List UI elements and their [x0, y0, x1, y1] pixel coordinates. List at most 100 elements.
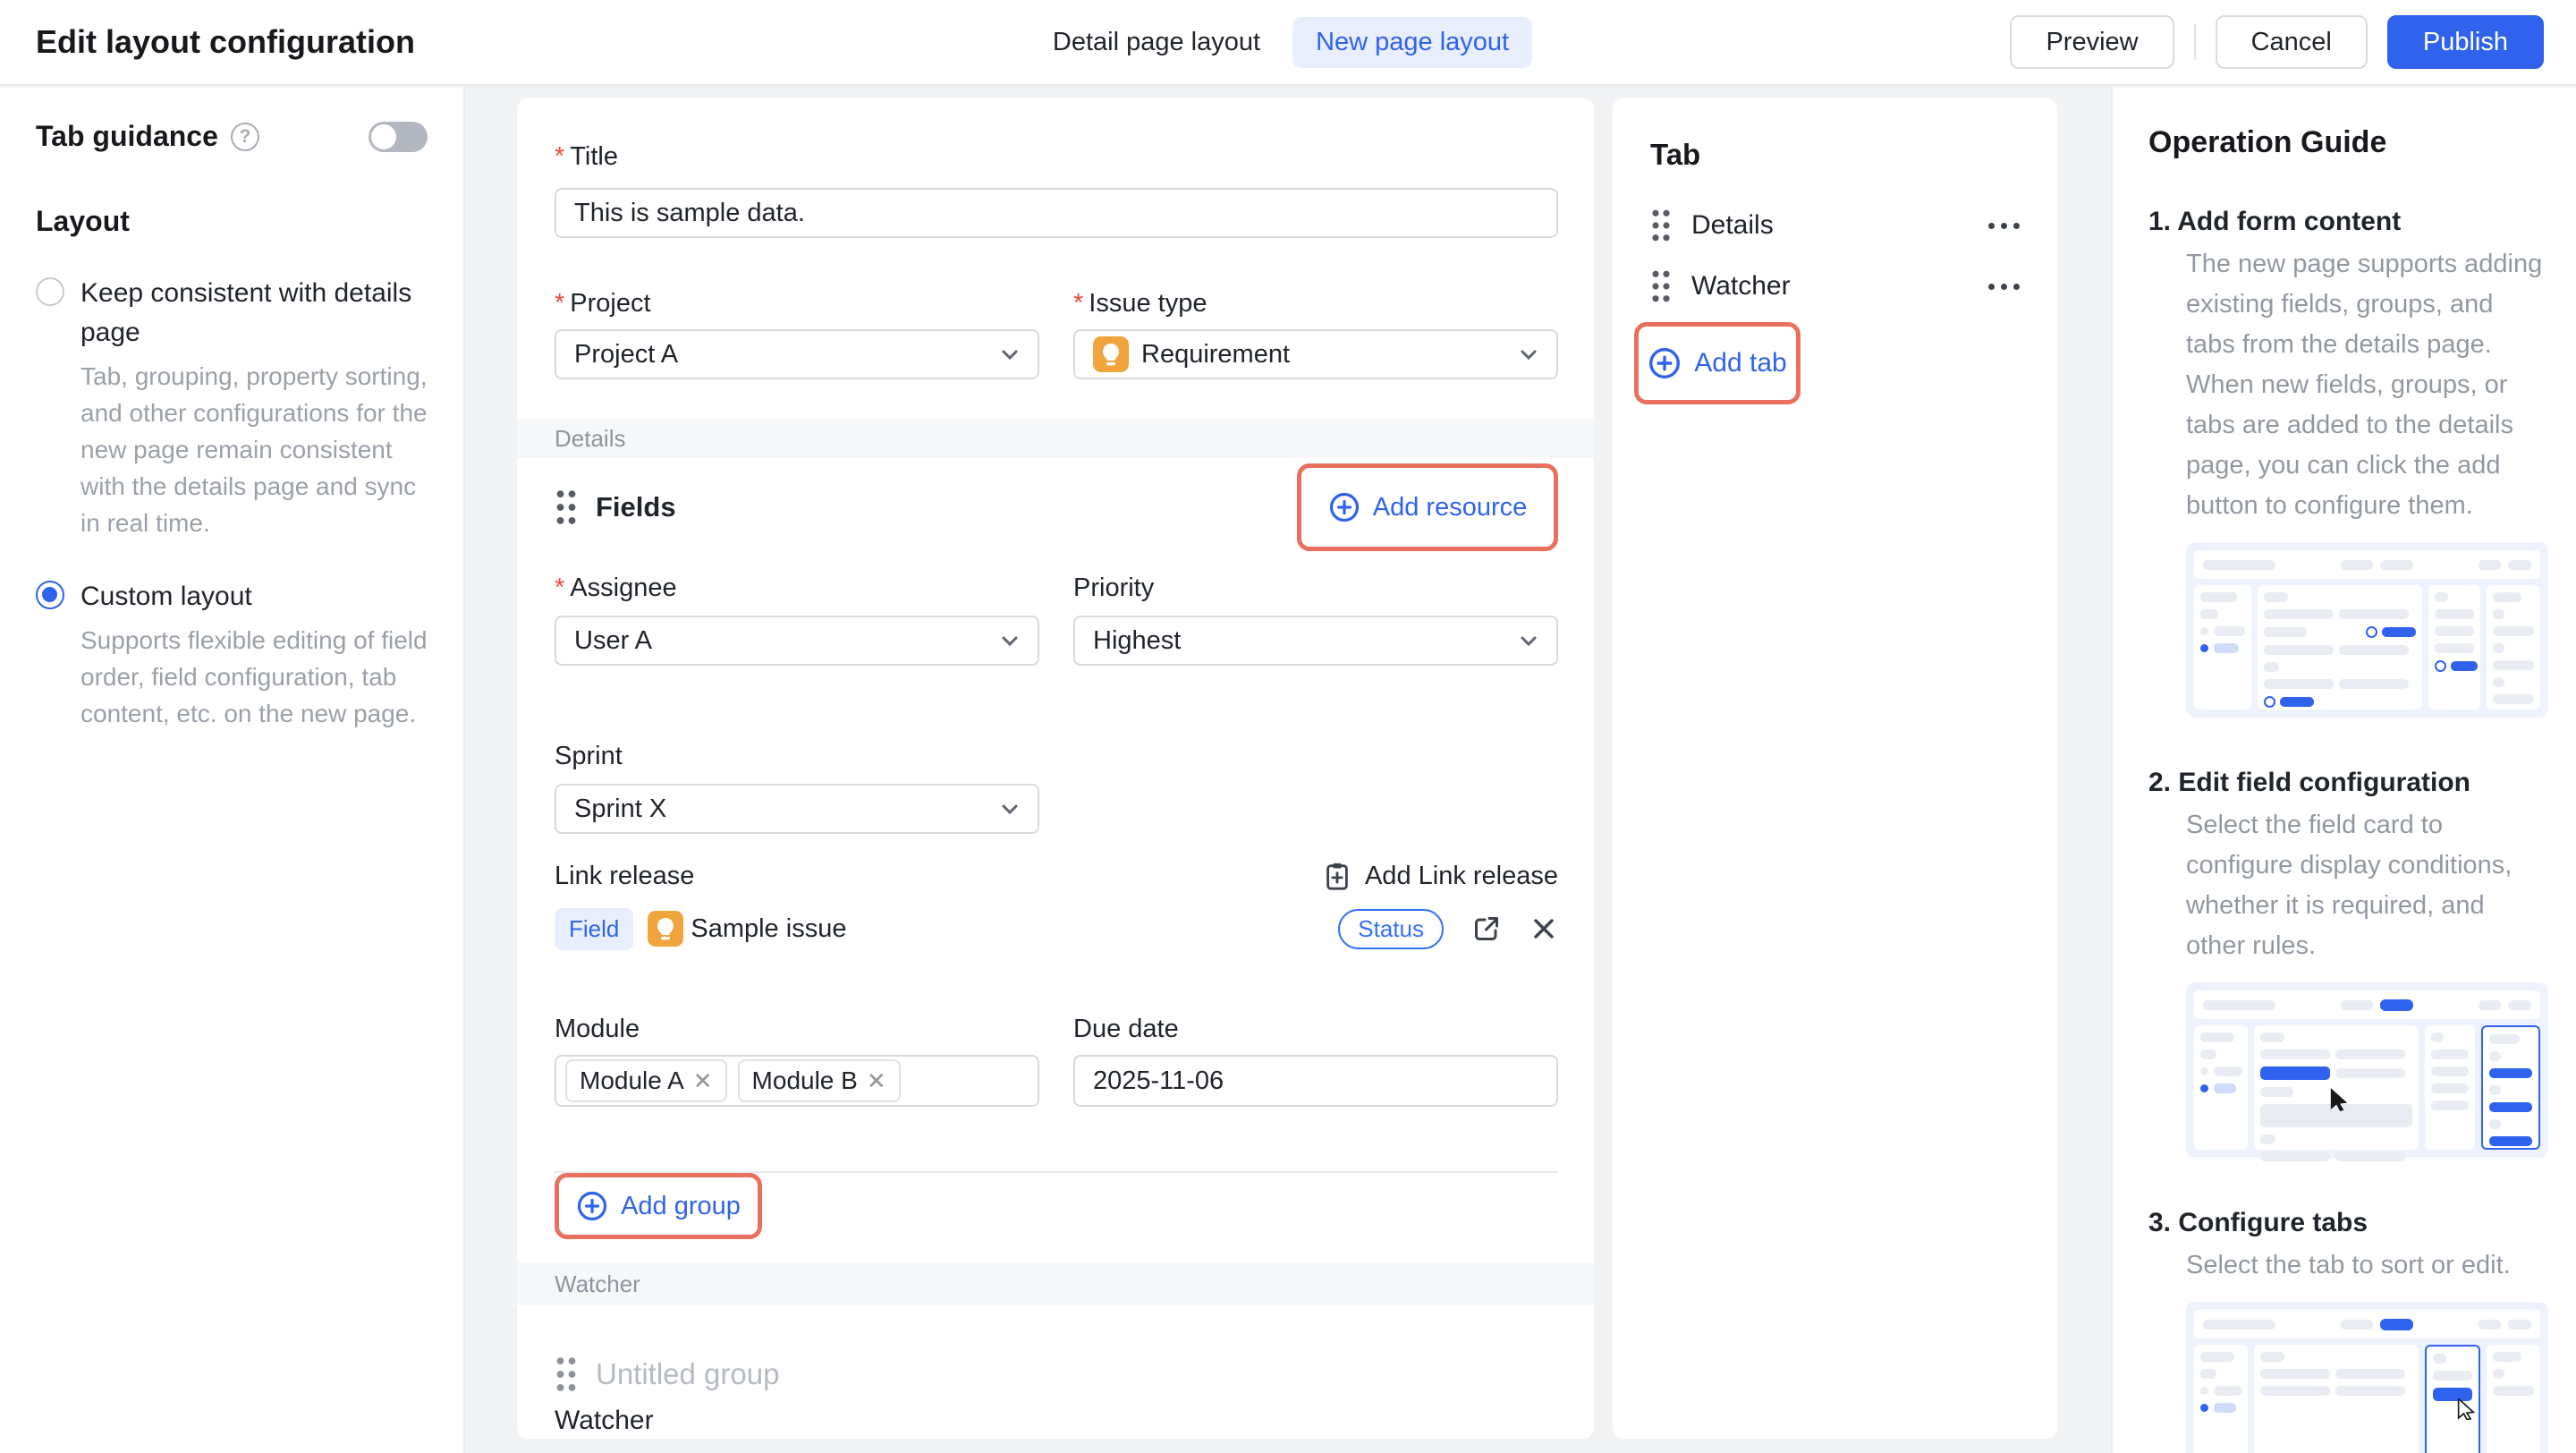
project-field-label: * Project	[555, 289, 651, 318]
radio-icon-unselected[interactable]	[36, 277, 64, 306]
drag-handle-icon[interactable]	[555, 489, 578, 526]
tab-new-page-layout[interactable]: New page layout	[1292, 16, 1533, 68]
plus-circle-icon	[1649, 348, 1681, 378]
cancel-button[interactable]: Cancel	[2215, 15, 2368, 69]
due-date-field-label: Due date	[1073, 1015, 1179, 1043]
link-release-label: Link release	[555, 862, 695, 890]
settings-sidebar: Tab guidance Layout Keep consistent with…	[0, 88, 465, 1453]
guide-step-3-title: 3. Configure tabs	[2148, 1208, 2368, 1237]
module-field-label: Module	[555, 1015, 640, 1043]
guide-step-2-title: 2. Edit field configuration	[2148, 768, 2470, 797]
priority-select[interactable]: Highest	[1073, 616, 1558, 666]
publish-button[interactable]: Publish	[2386, 15, 2544, 69]
add-resource-callout: Add resource	[1297, 463, 1558, 551]
cursor-icon	[2330, 1088, 2348, 1111]
radio-option-keep-consistent[interactable]: Keep consistent with details page Tab, g…	[36, 274, 428, 541]
priority-field-label: Priority	[1073, 574, 1155, 602]
guide-illustration-add-form-content	[2186, 542, 2548, 718]
radio-icon-selected[interactable]	[36, 581, 64, 609]
top-header: Edit layout configuration Detail page la…	[0, 0, 2576, 86]
module-tag: Module B ✕	[737, 1059, 901, 1102]
tab-guidance-toggle[interactable]	[369, 121, 428, 152]
layout-heading: Layout	[36, 205, 130, 237]
linked-issue-title[interactable]: Sample issue	[691, 914, 846, 944]
chevron-down-icon	[998, 797, 1021, 820]
drag-handle-icon[interactable]	[1650, 268, 1672, 304]
title-field-label: * Title	[555, 142, 619, 171]
tab-row-details[interactable]: Details	[1650, 197, 2020, 254]
chevron-down-icon	[998, 629, 1021, 652]
chevron-down-icon	[1517, 343, 1540, 366]
radio-option-custom-layout[interactable]: Custom layout Supports flexible editing …	[36, 577, 428, 732]
add-link-release-button[interactable]: Add Link release	[1322, 861, 1558, 891]
module-tag: Module A ✕	[565, 1059, 727, 1102]
watcher-field-label: Watcher	[555, 1406, 654, 1435]
option-description: Supports flexible editing of field order…	[80, 626, 428, 727]
remove-chip-icon[interactable]: ✕	[867, 1067, 886, 1095]
page-title: Edit layout configuration	[36, 23, 415, 60]
remove-chip-icon[interactable]: ✕	[693, 1067, 713, 1095]
add-tab-button[interactable]: Add tab	[1648, 346, 1787, 380]
project-select[interactable]: Project A	[555, 329, 1039, 379]
assignee-select[interactable]: User A	[555, 616, 1039, 666]
drag-handle-icon[interactable]	[555, 1355, 578, 1393]
help-icon[interactable]	[230, 122, 259, 151]
requirement-lightbulb-icon	[1093, 336, 1129, 372]
clipboard-plus-icon	[1326, 862, 1348, 890]
guide-step-2-description: Select the field card to configure displ…	[2186, 811, 2512, 960]
due-date-input[interactable]: 2025-11-06	[1073, 1055, 1558, 1107]
option-label: Keep consistent with details page	[80, 278, 412, 347]
more-menu-icon[interactable]	[1988, 283, 2020, 290]
add-tab-callout: Add tab	[1634, 322, 1801, 404]
open-external-icon[interactable]	[1470, 913, 1503, 945]
plus-circle-icon	[1329, 492, 1359, 523]
field-chip: Field	[555, 907, 634, 950]
add-group-button[interactable]: Add group	[576, 1190, 741, 1222]
form-preview-card: * Title This is sample data. * Project *…	[517, 98, 1594, 1439]
required-asterisk: *	[1073, 289, 1084, 318]
guide-illustration-configure-tabs	[2186, 1302, 2548, 1453]
title-input[interactable]: This is sample data.	[555, 188, 1558, 238]
operation-guide-panel: Operation Guide 1. Add form content The …	[2111, 88, 2576, 1453]
guide-step-1-description: The new page supports adding existing fi…	[2186, 250, 2543, 520]
cursor-icon	[2457, 1398, 2475, 1420]
header-actions: Preview Cancel Publish	[2010, 15, 2544, 69]
chevron-down-icon	[1517, 629, 1540, 652]
toggle-knob	[371, 123, 396, 149]
status-badge[interactable]: Status	[1338, 908, 1444, 949]
tab-row-watcher[interactable]: Watcher	[1650, 258, 2020, 315]
sprint-field-label: Sprint	[555, 742, 623, 770]
required-asterisk: *	[555, 574, 565, 602]
more-menu-icon[interactable]	[1988, 222, 2020, 229]
chevron-down-icon	[998, 343, 1021, 366]
tab-panel: Tab Details Watcher Add tab	[1613, 98, 2057, 1439]
remove-issue-icon[interactable]	[1530, 914, 1558, 943]
vertical-divider	[2193, 24, 2196, 60]
untitled-group-title[interactable]: Untitled group	[596, 1357, 779, 1391]
tab-panel-heading: Tab	[1650, 138, 1701, 171]
fields-group-title: Fields	[596, 491, 676, 523]
required-asterisk: *	[555, 142, 565, 171]
issue-type-field-label: * Issue type	[1073, 289, 1208, 318]
module-multiselect[interactable]: Module A ✕ Module B ✕	[555, 1055, 1039, 1107]
add-resource-button[interactable]: Add resource	[1328, 491, 1527, 523]
drag-handle-icon[interactable]	[1650, 208, 1672, 243]
assignee-field-label: * Assignee	[555, 574, 677, 602]
preview-button[interactable]: Preview	[2010, 15, 2174, 69]
layout-switch-tabs: Detail page layout New page layout	[1044, 16, 1533, 68]
add-group-callout: Add group	[555, 1173, 762, 1239]
required-asterisk: *	[555, 289, 565, 318]
tab-guidance-label: Tab guidance	[36, 120, 218, 152]
issue-lightbulb-icon	[648, 911, 684, 947]
tab-detail-page-layout[interactable]: Detail page layout	[1044, 17, 1269, 68]
sprint-select[interactable]: Sprint X	[555, 784, 1039, 834]
operation-guide-heading: Operation Guide	[2148, 125, 2387, 159]
issue-type-select[interactable]: Requirement	[1073, 329, 1558, 379]
guide-step-1-title: 1. Add form content	[2148, 207, 2402, 236]
guide-illustration-edit-field	[2186, 982, 2548, 1161]
watcher-section-header: Watcher	[517, 1262, 1594, 1305]
option-description: Tab, grouping, property sorting, and oth…	[80, 362, 428, 537]
guide-step-3-description: Select the tab to sort or edit.	[2186, 1251, 2511, 1279]
details-section-header: Details	[517, 419, 1594, 458]
plus-circle-icon	[577, 1191, 607, 1221]
